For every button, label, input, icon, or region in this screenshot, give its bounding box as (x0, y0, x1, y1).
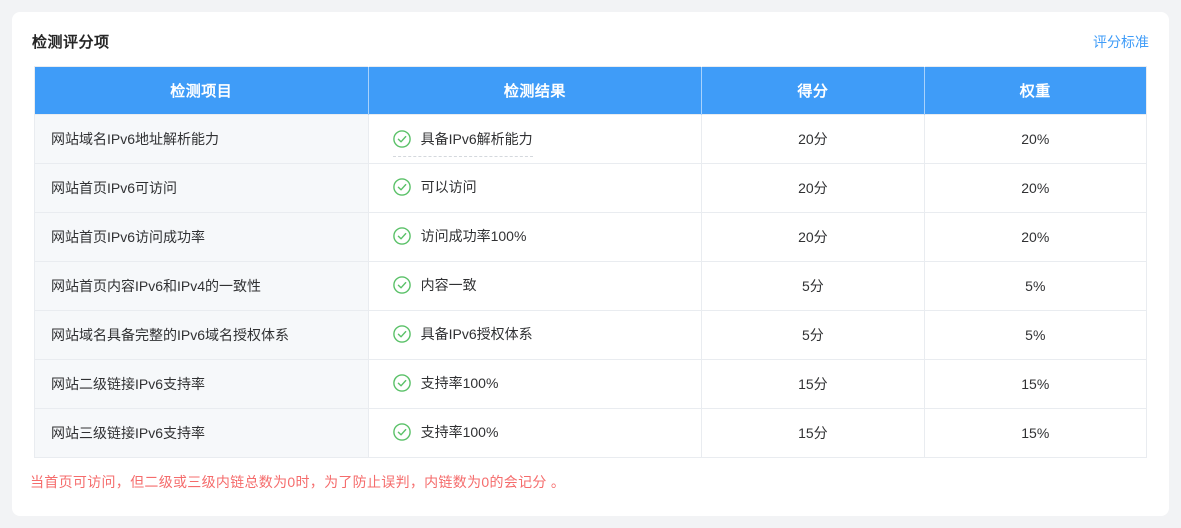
column-header-score: 得分 (701, 66, 925, 115)
score-cell: 15分 (701, 408, 925, 458)
score-standard-link[interactable]: 评分标准 (1093, 32, 1149, 52)
detect-result: 支持率100% (392, 422, 499, 442)
detect-result-cell: 访问成功率100% (367, 212, 703, 262)
detect-result-cell: 可以访问 (367, 163, 703, 213)
check-circle-icon (392, 178, 411, 196)
check-circle-icon (392, 227, 411, 245)
score-cell: 5分 (701, 310, 925, 360)
detect-result-label: 内容一致 (420, 277, 477, 293)
detect-result-cell: 支持率100% (367, 408, 703, 458)
detect-result-cell: 具备IPv6授权体系 (367, 310, 703, 360)
page-title: 检测评分项 (32, 34, 110, 51)
table-row: 网站域名IPv6地址解析能力 具备IPv6解析能力 20分 20% (34, 114, 1148, 164)
detect-item-cell: 网站首页内容IPv6和IPv4的一致性 (34, 261, 369, 311)
detect-result: 内容一致 (392, 275, 477, 295)
detect-item-cell: 网站首页IPv6可访问 (34, 163, 369, 213)
score-cell: 15分 (701, 359, 925, 409)
table-header-row: 检测项目 检测结果 得分 权重 (34, 66, 1147, 115)
detect-item-label: 网站域名IPv6地址解析能力 (51, 131, 220, 147)
detect-result-label: 可以访问 (420, 179, 477, 195)
detect-item-label: 网站首页内容IPv6和IPv4的一致性 (51, 278, 262, 294)
weight-cell: 20% (923, 212, 1148, 262)
check-circle-icon (392, 423, 411, 441)
detect-result: 支持率100% (392, 373, 499, 393)
detect-item-label: 网站首页IPv6可访问 (51, 180, 178, 196)
detect-item-label: 网站三级链接IPv6支持率 (51, 425, 206, 441)
score-cell: 5分 (701, 261, 925, 311)
score-cell: 20分 (701, 114, 925, 164)
weight-cell: 15% (923, 408, 1148, 458)
table-row: 网站首页IPv6访问成功率 访问成功率100% 20分 20% (34, 212, 1148, 262)
footnote-warning: 当首页可访问，但二级或三级内链总数为0时，为了防止误判，内链数为0的会记分 。 (30, 474, 566, 490)
detect-result[interactable]: 具备IPv6解析能力 (392, 129, 533, 157)
check-circle-icon (392, 130, 411, 148)
score-cell: 20分 (701, 212, 925, 262)
detect-item-label: 网站首页IPv6访问成功率 (51, 229, 206, 245)
weight-cell: 20% (923, 163, 1148, 213)
score-cell: 20分 (701, 163, 925, 213)
detect-result: 可以访问 (392, 177, 477, 197)
detect-item-label: 网站二级链接IPv6支持率 (51, 376, 206, 392)
table-row: 网站域名具备完整的IPv6域名授权体系 具备IPv6授权体系 5分 5% (34, 310, 1148, 360)
weight-cell: 15% (923, 359, 1148, 409)
check-circle-icon (392, 276, 411, 294)
detect-item-cell: 网站首页IPv6访问成功率 (34, 212, 369, 262)
detect-score-table: 检测项目 检测结果 得分 权重 网站域名IPv6地址解析能力 具备IPv6解析能… (34, 66, 1148, 458)
weight-cell: 5% (923, 261, 1148, 311)
detect-score-card: 检测评分项 评分标准 检测项目 检测结果 得分 权重 网站域名IPv6地址解析能… (12, 12, 1169, 516)
detect-result-label: 具备IPv6授权体系 (420, 326, 533, 342)
detect-result: 具备IPv6授权体系 (392, 324, 533, 344)
table-row: 网站首页内容IPv6和IPv4的一致性 内容一致 5分 5% (34, 261, 1148, 311)
weight-cell: 5% (923, 310, 1148, 360)
card-header: 检测评分项 评分标准 (30, 31, 1151, 52)
column-header-result: 检测结果 (368, 66, 703, 115)
check-circle-icon (392, 374, 411, 392)
detect-item-label: 网站域名具备完整的IPv6域名授权体系 (51, 327, 290, 343)
detect-item-cell: 网站域名IPv6地址解析能力 (34, 114, 369, 164)
detect-result-label: 支持率100% (420, 375, 499, 391)
check-circle-icon (392, 325, 411, 343)
column-header-weight: 权重 (924, 66, 1147, 115)
detect-result-label: 访问成功率100% (420, 228, 527, 244)
detect-item-cell: 网站二级链接IPv6支持率 (34, 359, 369, 409)
table-row: 网站二级链接IPv6支持率 支持率100% 15分 15% (34, 359, 1148, 409)
table-row: 网站三级链接IPv6支持率 支持率100% 15分 15% (34, 408, 1148, 458)
detect-item-cell: 网站域名具备完整的IPv6域名授权体系 (34, 310, 369, 360)
detect-result-label: 支持率100% (420, 424, 499, 440)
table-row: 网站首页IPv6可访问 可以访问 20分 20% (34, 163, 1148, 213)
weight-cell: 20% (923, 114, 1148, 164)
detect-result-cell: 具备IPv6解析能力 (367, 114, 703, 164)
detect-result-cell: 内容一致 (367, 261, 703, 311)
column-header-item: 检测项目 (34, 66, 369, 115)
detect-result: 访问成功率100% (392, 226, 527, 246)
detect-item-cell: 网站三级链接IPv6支持率 (34, 408, 369, 458)
detect-result-label: 具备IPv6解析能力 (420, 131, 533, 147)
detect-result-cell: 支持率100% (367, 359, 703, 409)
